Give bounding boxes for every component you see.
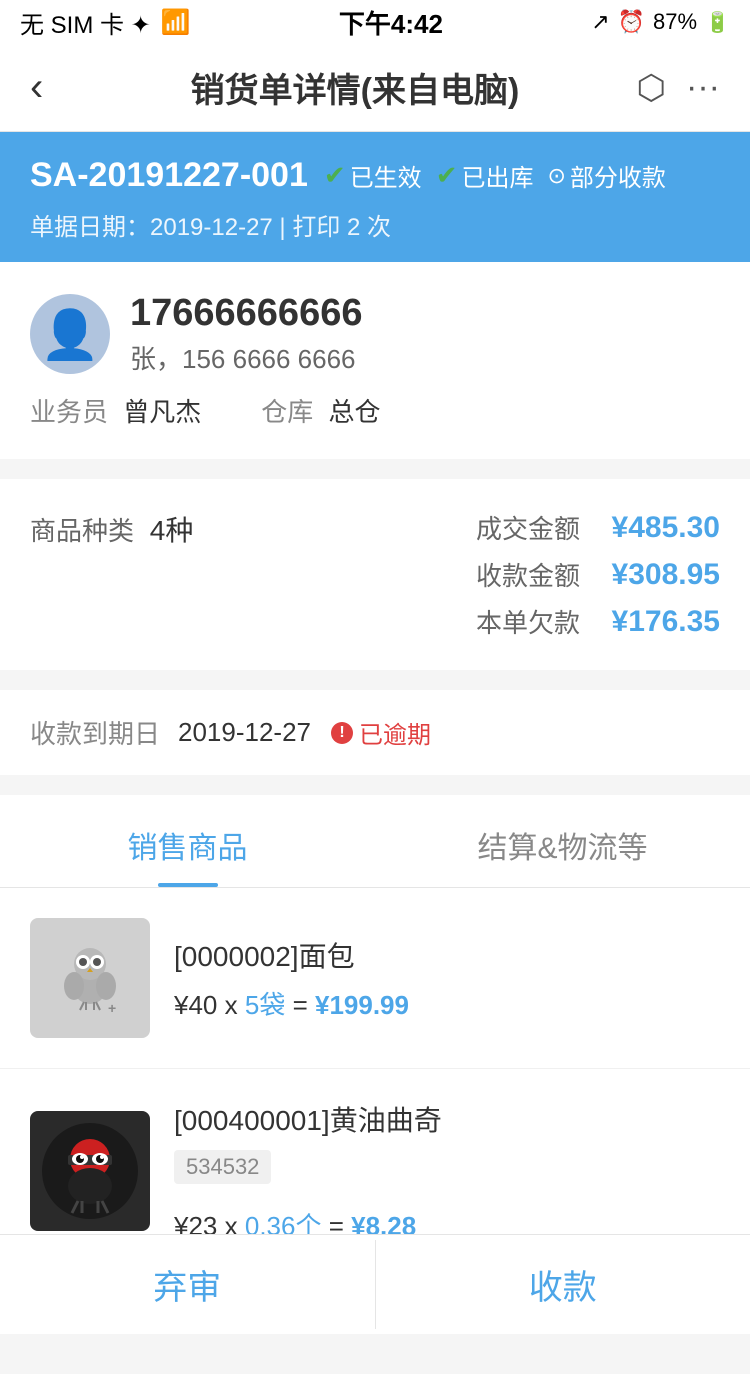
bottom-bar: 弃审 收款	[0, 1234, 750, 1334]
check-icon-2: ✔	[436, 160, 458, 191]
clock-icon: ⊙	[547, 163, 565, 189]
status-badges: ✔ 已生效 ✔ 已出库 ⊙ 部分收款	[324, 158, 666, 193]
tab-sales-label: 销售商品	[128, 832, 248, 865]
received-row: 收款金额 ¥308.95	[476, 556, 720, 593]
overdue-dot-icon: !	[331, 722, 353, 744]
due-date-value: 2019-12-27	[178, 717, 311, 748]
amounts-right: 成交金额 ¥485.30 收款金额 ¥308.95 本单欠款 ¥176.35	[476, 509, 720, 640]
time-display: 下午4:42	[339, 4, 443, 41]
back-button[interactable]: ‹	[30, 65, 90, 110]
collect-payment-button[interactable]: 收款	[376, 1240, 750, 1329]
due-date-label: 收款到期日	[30, 714, 160, 751]
status-bar: 无 SIM 卡 ✦ 📶 下午4:42 ↗ ⏰ 87% 🔋	[0, 0, 750, 44]
order-date: 单据日期：2019-12-27 | 打印 2 次	[30, 207, 720, 242]
status-shipped-label: 已出库	[461, 158, 533, 193]
check-icon-1: ✔	[324, 160, 346, 191]
tabs-section: 销售商品 结算&物流等	[0, 795, 750, 888]
alarm-icon: ⏰	[618, 9, 645, 35]
price-total-1: ¥199.99	[315, 990, 409, 1020]
order-id: SA-20191227-001	[30, 156, 308, 195]
product-price-1: ¥40 x 5袋 = ¥199.99	[174, 985, 720, 1022]
location-icon: ↗	[591, 9, 609, 35]
product-item-1: + [0000002]面包 ¥40 x 5袋 = ¥199.99	[0, 888, 750, 1069]
avatar: 👤	[30, 294, 110, 374]
transaction-value: ¥485.30	[600, 511, 720, 545]
warehouse-info: 仓库 总仓	[261, 392, 380, 429]
amounts-section: 商品种类 4种 成交金额 ¥485.30 收款金额 ¥308.95 本单欠款 ¥…	[0, 479, 750, 670]
more-icon[interactable]: ···	[686, 68, 720, 107]
owed-row: 本单欠款 ¥176.35	[476, 603, 720, 640]
received-value: ¥308.95	[600, 558, 720, 592]
price-qty-1: 5袋	[245, 990, 285, 1020]
salesperson-value: 曾凡杰	[123, 397, 201, 427]
reject-button[interactable]: 弃审	[0, 1240, 376, 1329]
tab-settlement-label: 结算&物流等	[477, 832, 647, 865]
product-name-1: [0000002]面包	[174, 935, 720, 975]
product-info-1: [0000002]面包 ¥40 x 5袋 = ¥199.99	[174, 935, 720, 1022]
nav-actions: ⬡ ···	[620, 68, 720, 108]
status-partial-label: 部分收款	[570, 158, 666, 193]
salesperson-label: 业务员	[30, 397, 108, 427]
battery-level: 87%	[653, 9, 697, 35]
status-badge-shipped: ✔ 已出库	[436, 158, 534, 193]
share-icon[interactable]: ⬡	[636, 68, 666, 108]
tab-sales-products[interactable]: 销售商品	[0, 795, 375, 887]
product-thumb-2	[30, 1111, 150, 1231]
cookie-image-svg	[40, 1121, 140, 1221]
product-types-label: 商品种类	[30, 516, 134, 546]
product-info-2: [000400001]黄油曲奇 534532 ¥23 x 0.36个 = ¥8.…	[174, 1099, 720, 1243]
transaction-row: 成交金额 ¥485.30	[476, 509, 720, 546]
customer-phone: 17666666666	[130, 292, 362, 335]
status-left: 无 SIM 卡 ✦ 📶	[20, 5, 191, 40]
salesperson-info: 业务员 曾凡杰	[30, 392, 201, 429]
due-date-section: 收款到期日 2019-12-27 ! 已逾期	[0, 690, 750, 775]
svg-text:+: +	[108, 1000, 116, 1016]
battery-icon: 🔋	[705, 10, 730, 35]
page-title: 销货单详情(来自电脑)	[90, 63, 620, 112]
order-banner: SA-20191227-001 ✔ 已生效 ✔ 已出库 ⊙ 部分收款 单据日期：…	[0, 132, 750, 262]
product-types: 商品种类 4种	[30, 509, 476, 549]
status-effective-label: 已生效	[350, 158, 422, 193]
bread-image-svg: +	[50, 938, 130, 1018]
received-label: 收款金额	[476, 556, 580, 593]
overdue-label: 已逾期	[359, 715, 431, 750]
product-types-value: 4种	[150, 515, 194, 546]
product-thumb-1: +	[30, 918, 150, 1038]
product-name-2: [000400001]黄油曲奇	[174, 1099, 720, 1139]
price-base-1: ¥40	[174, 990, 217, 1020]
products-section: + [0000002]面包 ¥40 x 5袋 = ¥199.99	[0, 888, 750, 1274]
nav-bar: ‹ 销货单详情(来自电脑) ⬡ ···	[0, 44, 750, 132]
tab-settlement[interactable]: 结算&物流等	[375, 795, 750, 887]
wifi-icon: 📶	[161, 8, 191, 37]
status-badge-effective: ✔ 已生效	[324, 158, 422, 193]
customer-section: 👤 17666666666 张，156 6666 6666 业务员 曾凡杰 仓库…	[0, 262, 750, 459]
warehouse-value: 总仓	[329, 397, 381, 427]
product-sku-2: 534532	[174, 1150, 271, 1184]
status-right: ↗ ⏰ 87% 🔋	[591, 9, 730, 35]
warehouse-label: 仓库	[261, 397, 313, 427]
customer-name: 张，156 6666 6666	[130, 339, 362, 376]
sim-label: 无 SIM 卡 ✦	[20, 5, 151, 40]
status-badge-partial: ⊙ 部分收款	[547, 158, 665, 193]
overdue-badge: ! 已逾期	[331, 715, 431, 750]
transaction-label: 成交金额	[476, 509, 580, 546]
owed-label: 本单欠款	[476, 603, 580, 640]
avatar-icon: 👤	[40, 306, 100, 363]
owed-value: ¥176.35	[600, 605, 720, 639]
